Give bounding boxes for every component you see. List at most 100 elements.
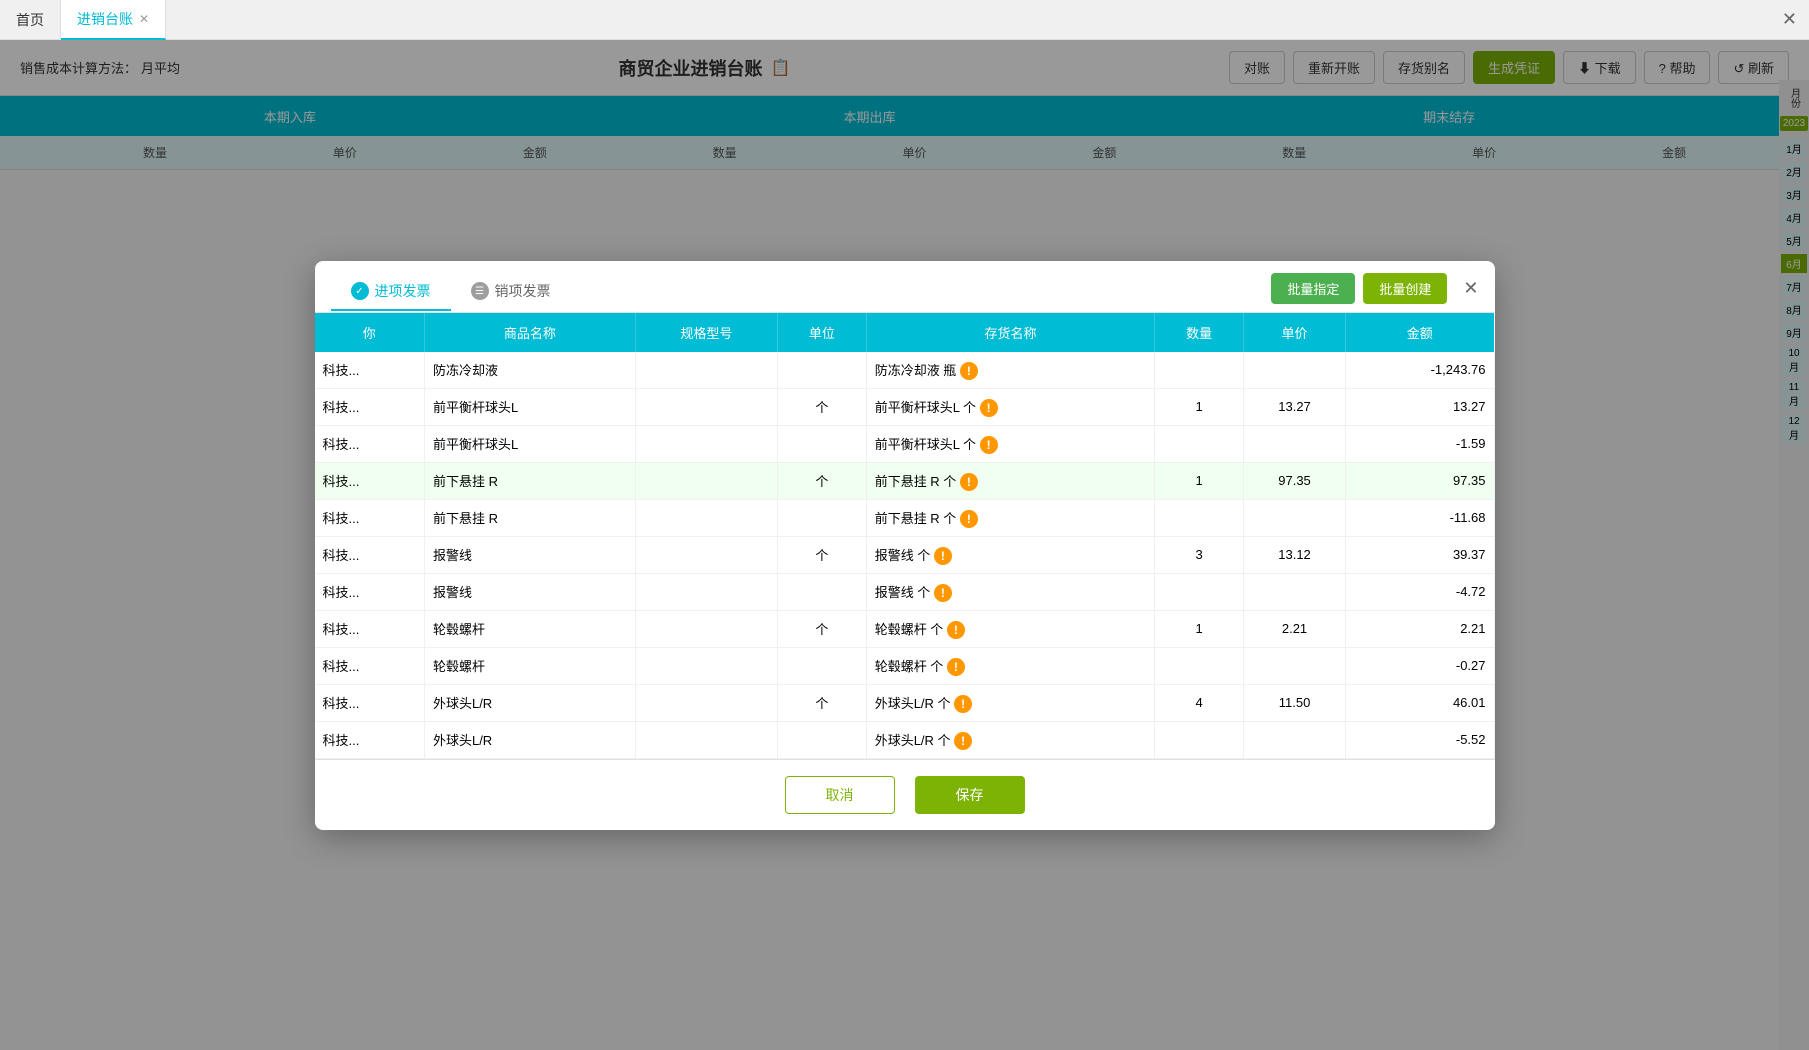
unit-cell: 个 xyxy=(778,536,867,573)
quantity-cell: 1 xyxy=(1155,388,1244,425)
unit-cell: 个 xyxy=(778,610,867,647)
modal-table-wrap[interactable]: 你 商品名称 规格型号 单位 存货名称 数量 单价 金额 科技... 防冻冷却液 xyxy=(315,313,1495,759)
sales-tab-icon: ☰ xyxy=(471,282,489,300)
table-row: 科技... 外球头L/R 个 外球头L/R 个 ! 4 11.50 46.01 xyxy=(315,684,1495,721)
table-header-row: 你 商品名称 规格型号 单位 存货名称 数量 单价 金额 xyxy=(315,313,1495,352)
warning-icon: ! xyxy=(980,399,998,417)
spec-cell xyxy=(635,610,777,647)
modal-tab-purchase[interactable]: ✓ 进项发票 xyxy=(331,273,451,311)
supplier-cell: 科技... xyxy=(315,462,425,499)
table-row: 科技... 轮毂螺杆 轮毂螺杆 个 ! -0.27 xyxy=(315,647,1495,684)
amount-cell: 46.01 xyxy=(1346,684,1494,721)
tab-home[interactable]: 首页 xyxy=(0,0,61,40)
table-row: 科技... 防冻冷却液 防冻冷却液 瓶 ! -1,243.76 xyxy=(315,352,1495,389)
unit-cell xyxy=(778,721,867,758)
product-cell: 前下悬挂 R xyxy=(424,462,635,499)
modal-dialog: ✓ 进项发票 ☰ 销项发票 批量指定 批量创建 ✕ 你 xyxy=(315,261,1495,830)
modal-header-actions: 批量指定 批量创建 xyxy=(1271,273,1447,312)
supplier-cell: 科技... xyxy=(315,352,425,389)
col-unitprice: 单价 xyxy=(1243,313,1345,352)
spec-cell xyxy=(635,388,777,425)
tab-ledger[interactable]: 进销台账 ✕ xyxy=(61,0,166,40)
unitprice-cell xyxy=(1243,647,1345,684)
purchase-tab-label: 进项发票 xyxy=(375,281,431,301)
supplier-cell: 科技... xyxy=(315,647,425,684)
inventory-cell: 防冻冷却液 瓶 ! xyxy=(866,352,1155,389)
inventory-cell: 前下悬挂 R 个 ! xyxy=(866,462,1155,499)
modal-header: ✓ 进项发票 ☰ 销项发票 批量指定 批量创建 ✕ xyxy=(315,261,1495,313)
table-row: 科技... 前下悬挂 R 前下悬挂 R 个 ! -11.68 xyxy=(315,499,1495,536)
inventory-cell: 前下悬挂 R 个 ! xyxy=(866,499,1155,536)
inventory-cell: 前平衡杆球头L 个 ! xyxy=(866,425,1155,462)
modal-table: 你 商品名称 规格型号 单位 存货名称 数量 单价 金额 科技... 防冻冷却液 xyxy=(315,313,1495,759)
amount-cell: 2.21 xyxy=(1346,610,1494,647)
unitprice-cell xyxy=(1243,352,1345,389)
modal-tab-sales[interactable]: ☰ 销项发票 xyxy=(451,273,571,311)
product-cell: 外球头L/R xyxy=(424,721,635,758)
col-supplier: 你 xyxy=(315,313,425,352)
inventory-cell: 前平衡杆球头L 个 ! xyxy=(866,388,1155,425)
product-cell: 报警线 xyxy=(424,536,635,573)
amount-cell: -0.27 xyxy=(1346,647,1494,684)
main-content: 销售成本计算方法： 月平均 商贸企业进销台账 📋 对账 重新开账 存货别名 生成… xyxy=(0,40,1809,1050)
unit-cell xyxy=(778,352,867,389)
supplier-cell: 科技... xyxy=(315,499,425,536)
inventory-cell: 轮毂螺杆 个 ! xyxy=(866,647,1155,684)
spec-cell xyxy=(635,684,777,721)
col-amount: 金额 xyxy=(1346,313,1494,352)
spec-cell xyxy=(635,462,777,499)
quantity-cell xyxy=(1155,573,1244,610)
warning-icon: ! xyxy=(960,362,978,380)
tab-close-icon[interactable]: ✕ xyxy=(139,12,149,26)
product-cell: 报警线 xyxy=(424,573,635,610)
col-spec: 规格型号 xyxy=(635,313,777,352)
product-cell: 轮毂螺杆 xyxy=(424,610,635,647)
quantity-cell xyxy=(1155,647,1244,684)
amount-cell: 39.37 xyxy=(1346,536,1494,573)
supplier-cell: 科技... xyxy=(315,610,425,647)
warning-icon: ! xyxy=(947,621,965,639)
quantity-cell xyxy=(1155,499,1244,536)
table-row: 科技... 前下悬挂 R 个 前下悬挂 R 个 ! 1 97.35 97.35 xyxy=(315,462,1495,499)
unit-cell xyxy=(778,573,867,610)
col-unit: 单位 xyxy=(778,313,867,352)
window-close-button[interactable]: ✕ xyxy=(1782,9,1797,30)
inventory-cell: 外球头L/R 个 ! xyxy=(866,684,1155,721)
sales-tab-label: 销项发票 xyxy=(495,281,551,301)
table-row: 科技... 报警线 个 报警线 个 ! 3 13.12 39.37 xyxy=(315,536,1495,573)
unitprice-cell xyxy=(1243,721,1345,758)
inventory-cell: 报警线 个 ! xyxy=(866,573,1155,610)
quantity-cell: 1 xyxy=(1155,462,1244,499)
quantity-cell xyxy=(1155,425,1244,462)
save-button[interactable]: 保存 xyxy=(915,776,1025,814)
quantity-cell: 1 xyxy=(1155,610,1244,647)
warning-icon: ! xyxy=(954,695,972,713)
amount-cell: 97.35 xyxy=(1346,462,1494,499)
spec-cell xyxy=(635,352,777,389)
spec-cell xyxy=(635,425,777,462)
warning-icon: ! xyxy=(934,547,952,565)
unitprice-cell: 13.12 xyxy=(1243,536,1345,573)
unit-cell: 个 xyxy=(778,462,867,499)
supplier-cell: 科技... xyxy=(315,425,425,462)
unitprice-cell: 11.50 xyxy=(1243,684,1345,721)
amount-cell: -5.52 xyxy=(1346,721,1494,758)
spec-cell xyxy=(635,536,777,573)
purchase-tab-icon: ✓ xyxy=(351,282,369,300)
warning-icon: ! xyxy=(960,510,978,528)
inventory-cell: 轮毂螺杆 个 ! xyxy=(866,610,1155,647)
table-row: 科技... 前平衡杆球头L 个 前平衡杆球头L 个 ! 1 13.27 13.2… xyxy=(315,388,1495,425)
modal-close-button[interactable]: ✕ xyxy=(1463,278,1478,307)
product-cell: 前平衡杆球头L xyxy=(424,425,635,462)
warning-icon: ! xyxy=(947,658,965,676)
supplier-cell: 科技... xyxy=(315,721,425,758)
amount-cell: -1.59 xyxy=(1346,425,1494,462)
unit-cell: 个 xyxy=(778,684,867,721)
batch-create-button[interactable]: 批量创建 xyxy=(1363,273,1447,304)
supplier-cell: 科技... xyxy=(315,536,425,573)
unitprice-cell xyxy=(1243,425,1345,462)
quantity-cell xyxy=(1155,352,1244,389)
cancel-button[interactable]: 取消 xyxy=(785,776,895,814)
modal-footer: 取消 保存 xyxy=(315,759,1495,830)
batch-assign-button[interactable]: 批量指定 xyxy=(1271,273,1355,304)
